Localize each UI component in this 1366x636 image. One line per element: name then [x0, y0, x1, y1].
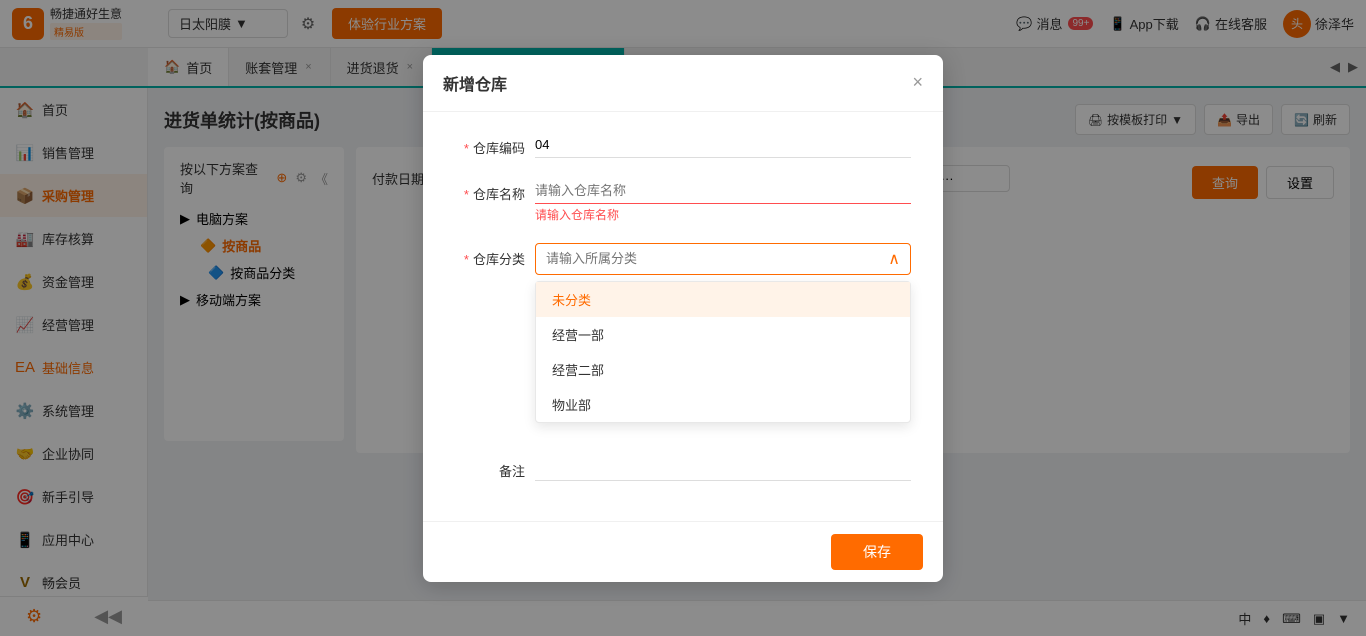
classify-input[interactable] — [546, 251, 888, 266]
dropdown-item-dept2[interactable]: 经营二部 — [536, 352, 910, 387]
code-field — [535, 132, 911, 158]
name-input[interactable] — [535, 178, 911, 204]
dropdown-item-dept1[interactable]: 经营一部 — [536, 317, 910, 352]
code-row: 仓库编码 — [455, 132, 911, 158]
modal-overlay: 新增仓库 × 仓库编码 仓库名称 请输入仓库名称 仓库分类 — [0, 0, 1366, 636]
name-field: 请输入仓库名称 — [535, 178, 911, 223]
classify-field: ∧ 未分类 经营一部 经营二部 物业部 — [535, 243, 911, 275]
classify-label: 仓库分类 — [455, 243, 535, 268]
dropdown-item-none[interactable]: 未分类 — [536, 282, 910, 317]
note-row: 备注 — [455, 455, 911, 481]
new-warehouse-dialog: 新增仓库 × 仓库编码 仓库名称 请输入仓库名称 仓库分类 — [423, 55, 943, 582]
code-label: 仓库编码 — [455, 132, 535, 157]
dialog-title: 新增仓库 — [443, 71, 507, 95]
name-row: 仓库名称 请输入仓库名称 — [455, 178, 911, 223]
dialog-footer: 保存 — [423, 521, 943, 582]
name-label: 仓库名称 — [455, 178, 535, 203]
code-input[interactable] — [535, 132, 911, 158]
note-label: 备注 — [455, 455, 535, 480]
dropdown-item-property[interactable]: 物业部 — [536, 387, 910, 422]
classify-chevron-up-icon: ∧ — [888, 249, 900, 269]
classify-row: 仓库分类 ∧ 未分类 经营一部 — [455, 243, 911, 275]
dialog-body: 仓库编码 仓库名称 请输入仓库名称 仓库分类 ∧ — [423, 112, 943, 521]
dialog-header: 新增仓库 × — [423, 55, 943, 112]
save-button[interactable]: 保存 — [831, 534, 923, 570]
note-input[interactable] — [535, 455, 911, 481]
classify-select-box[interactable]: ∧ — [535, 243, 911, 275]
note-field — [535, 455, 911, 481]
classify-dropdown: 未分类 经营一部 经营二部 物业部 — [535, 281, 911, 423]
dialog-close-button[interactable]: × — [912, 72, 923, 93]
name-error: 请输入仓库名称 — [535, 206, 911, 223]
